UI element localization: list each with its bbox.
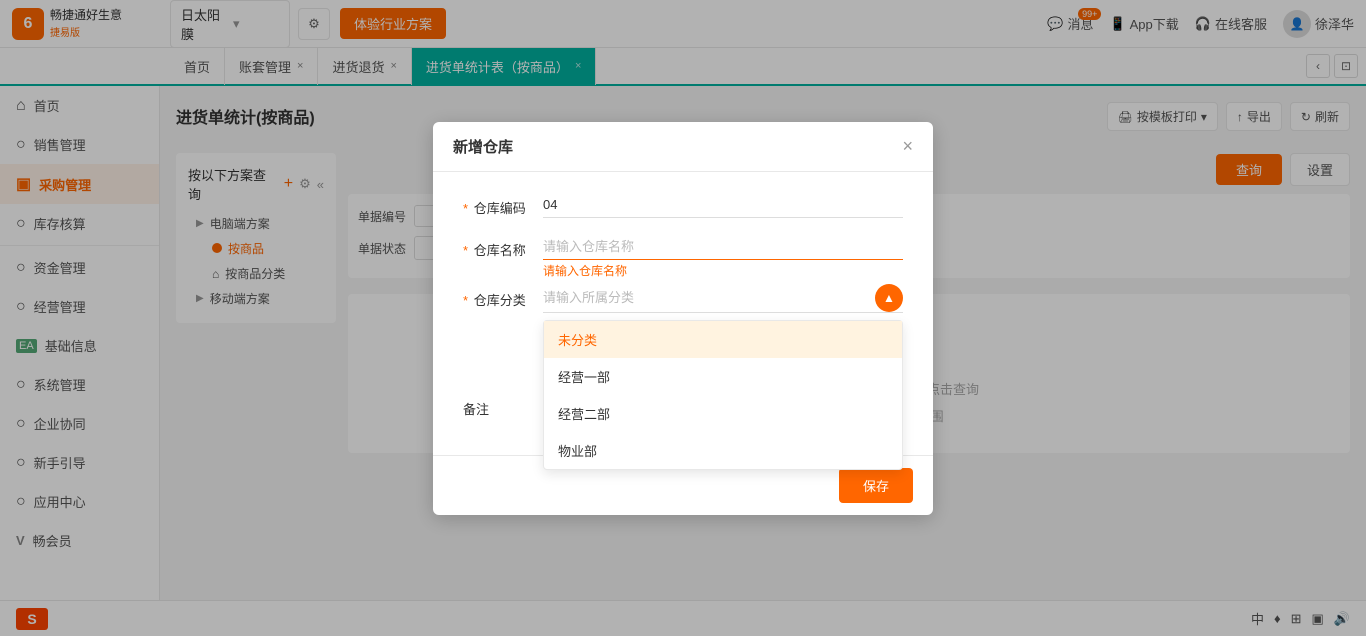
dropdown-item-dept2[interactable]: 经营二部 [544,395,902,432]
modal-header: 新增仓库 × [433,122,933,172]
note-label: 备注 [463,393,543,418]
name-input[interactable] [543,234,903,260]
category-required-star: * [463,293,468,308]
category-toggle-button[interactable]: ▲ [875,284,903,312]
modal-close-button[interactable]: × [902,137,913,155]
name-row: * 仓库名称 请输入仓库名称 [463,234,903,260]
dropdown-item-dept3[interactable]: 物业部 [544,432,902,469]
category-input-row: ▲ [543,284,903,313]
name-error-message: 请输入仓库名称 [543,262,627,279]
modal-title: 新增仓库 [453,136,513,157]
code-label: * 仓库编码 [463,192,543,217]
name-required-star: * [463,243,468,258]
category-input[interactable] [543,285,875,310]
code-row: * 仓库编码 [463,192,903,218]
modal-overlay: 新增仓库 × * 仓库编码 * 仓库名称 [0,0,1366,636]
dropdown-item-dept1[interactable]: 经营一部 [544,358,902,395]
code-required-star: * [463,201,468,216]
category-label: * 仓库分类 [463,284,543,309]
save-button[interactable]: 保存 [839,468,913,503]
add-warehouse-modal: 新增仓库 × * 仓库编码 * 仓库名称 [433,122,933,515]
modal-body: * 仓库编码 * 仓库名称 请输入仓库名称 * [433,172,933,455]
category-wrapper: ▲ 未分类 经营一部 经营二部 物业部 [543,284,903,313]
dropdown-item-none[interactable]: 未分类 [544,321,902,358]
category-row: * 仓库分类 ▲ 未分类 经营一部 经营二部 物业部 [463,284,903,313]
code-input[interactable] [543,192,903,218]
name-label: * 仓库名称 [463,234,543,259]
category-dropdown: 未分类 经营一部 经营二部 物业部 [543,320,903,470]
